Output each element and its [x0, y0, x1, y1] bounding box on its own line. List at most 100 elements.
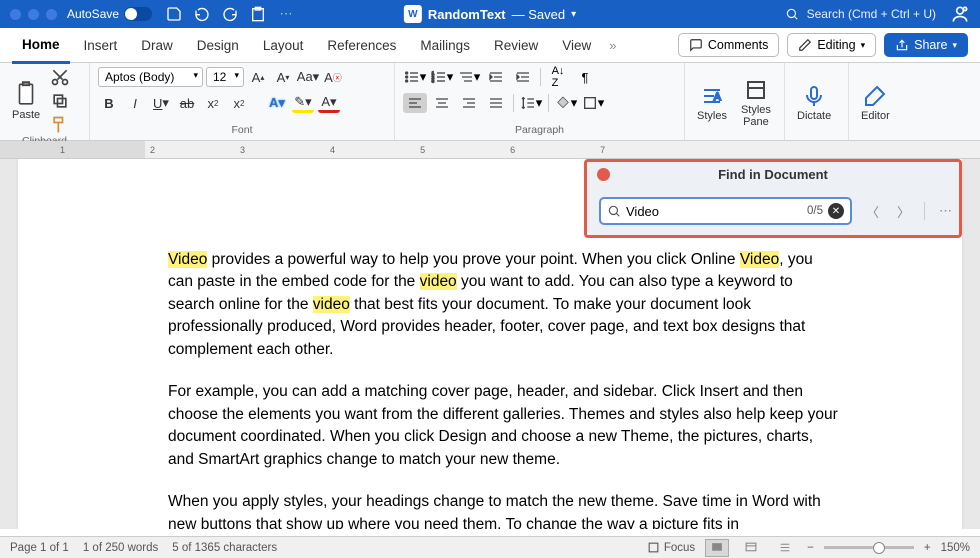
paragraph-2[interactable]: For example, you can add a matching cove… [168, 381, 842, 471]
share-button[interactable]: Share ▾ [884, 33, 968, 57]
superscript-button[interactable]: x2 [228, 93, 250, 113]
paragraph-group-label: Paragraph [403, 124, 676, 138]
font-color-icon[interactable]: A▾ [318, 93, 340, 113]
highlight-icon[interactable]: ✎▾ [292, 93, 314, 113]
tab-insert[interactable]: Insert [74, 32, 128, 59]
undo-icon[interactable] [194, 6, 210, 22]
paragraph-1[interactable]: Video provides a powerful way to help yo… [168, 249, 842, 361]
tab-design[interactable]: Design [187, 32, 249, 59]
font-size-combo[interactable]: 12 [206, 67, 244, 87]
clipboard-icon[interactable] [250, 6, 266, 22]
chevron-down-icon[interactable]: ▾ [571, 9, 576, 20]
decrease-indent-icon[interactable] [484, 67, 508, 87]
maximize-window-icon[interactable] [46, 9, 57, 20]
paste-button[interactable]: Paste [8, 79, 44, 123]
underline-button[interactable]: U▾ [150, 93, 172, 113]
search-icon [785, 7, 799, 21]
more-icon[interactable]: ⋯ [278, 6, 294, 22]
web-layout-view-icon[interactable] [739, 539, 763, 557]
align-center-icon[interactable] [430, 93, 454, 113]
toggle-icon[interactable] [124, 7, 152, 21]
tab-mailings[interactable]: Mailings [410, 32, 480, 59]
group-font: Aptos (Body) 12 A▴ A▾ Aa▾ Aⓧ B I U▾ ab x… [90, 63, 395, 140]
tab-review[interactable]: Review [484, 32, 548, 59]
find-search-field[interactable]: 0/5 ✕ [599, 197, 852, 225]
window-titlebar: AutoSave ⋯ W RandomText — Saved ▾ Search… [0, 0, 980, 28]
tab-overflow-icon[interactable]: » [609, 38, 616, 53]
styles-button[interactable]: A Styles [693, 82, 731, 124]
clear-formatting-icon[interactable]: Aⓧ [322, 67, 344, 87]
close-icon[interactable] [597, 168, 610, 181]
editing-mode-button[interactable]: Editing ▾ [787, 33, 876, 57]
tab-home[interactable]: Home [12, 31, 70, 64]
ribbon-tabs: Home Insert Draw Design Layout Reference… [0, 28, 980, 63]
justify-icon[interactable] [484, 93, 508, 113]
save-icon[interactable] [166, 6, 182, 22]
format-painter-icon[interactable] [50, 115, 70, 135]
zoom-slider[interactable] [824, 546, 914, 549]
find-result-count: 0/5 [807, 205, 823, 217]
text-effects-icon[interactable]: A▾ [266, 93, 288, 113]
increase-font-icon[interactable]: A▴ [247, 67, 269, 87]
clear-icon[interactable]: ✕ [828, 203, 844, 219]
paragraph-3[interactable]: When you apply styles, your headings cha… [168, 491, 842, 529]
find-next-icon[interactable]: 〉 [893, 200, 914, 223]
tab-references[interactable]: References [317, 32, 406, 59]
page-indicator[interactable]: Page 1 of 1 [10, 542, 69, 554]
show-marks-icon[interactable]: ¶ [573, 67, 597, 87]
font-family-combo[interactable]: Aptos (Body) [98, 67, 203, 87]
redo-icon[interactable] [222, 6, 238, 22]
bold-button[interactable]: B [98, 93, 120, 113]
outline-view-icon[interactable] [773, 539, 797, 557]
borders-icon[interactable]: ▾ [581, 93, 605, 113]
zoom-out-icon[interactable]: − [807, 542, 814, 554]
tab-draw[interactable]: Draw [131, 32, 183, 59]
decrease-font-icon[interactable]: A▾ [272, 67, 294, 87]
align-right-icon[interactable] [457, 93, 481, 113]
styles-pane-icon [744, 78, 768, 102]
doc-name: RandomText [428, 7, 506, 22]
horizontal-ruler[interactable]: 1 2 3 4 5 6 7 [0, 141, 980, 159]
numbering-icon[interactable]: 123▾ [430, 67, 454, 87]
comment-icon [689, 38, 703, 52]
quick-access-toolbar: ⋯ [166, 6, 294, 22]
close-window-icon[interactable] [10, 9, 21, 20]
paste-label: Paste [12, 109, 40, 121]
bullets-icon[interactable]: ▾ [403, 67, 427, 87]
minimize-window-icon[interactable] [28, 9, 39, 20]
print-layout-view-icon[interactable] [705, 539, 729, 557]
char-count[interactable]: 5 of 1365 characters [172, 542, 277, 554]
sort-icon[interactable]: A↓Z [546, 67, 570, 87]
find-more-icon[interactable]: ⋯ [935, 201, 956, 221]
styles-pane-button[interactable]: Styles Pane [737, 76, 775, 130]
italic-button[interactable]: I [124, 93, 146, 113]
multilevel-list-icon[interactable]: ▾ [457, 67, 481, 87]
focus-mode-button[interactable]: Focus [647, 541, 695, 554]
cut-icon[interactable] [50, 67, 70, 87]
line-spacing-icon[interactable]: ▾ [519, 93, 543, 113]
autosave-toggle[interactable]: AutoSave [67, 7, 152, 21]
global-search[interactable]: Search (Cmd + Ctrl + U) [785, 7, 936, 21]
svg-text:3: 3 [431, 78, 434, 83]
comments-button[interactable]: Comments [678, 33, 779, 57]
search-placeholder: Search (Cmd + Ctrl + U) [807, 7, 936, 21]
shading-icon[interactable]: ▾ [554, 93, 578, 113]
zoom-percent[interactable]: 150% [941, 542, 970, 554]
align-left-icon[interactable] [403, 93, 427, 113]
tab-view[interactable]: View [552, 32, 601, 59]
word-count[interactable]: 1 of 250 words [83, 542, 158, 554]
document-title: W RandomText — Saved ▾ [404, 5, 576, 23]
change-case-icon[interactable]: Aa▾ [297, 67, 319, 87]
tab-layout[interactable]: Layout [253, 32, 314, 59]
editor-button[interactable]: Editor [857, 82, 894, 124]
find-prev-icon[interactable]: 〈 [862, 200, 883, 223]
copy-icon[interactable] [50, 91, 70, 111]
strikethrough-button[interactable]: ab [176, 93, 198, 113]
zoom-in-icon[interactable]: + [924, 542, 931, 554]
dictate-button[interactable]: Dictate [793, 82, 835, 124]
find-input[interactable] [626, 204, 802, 219]
ribbon: Paste Clipboard Aptos (Body) 12 A▴ A▾ Aa… [0, 63, 980, 141]
increase-indent-icon[interactable] [511, 67, 535, 87]
subscript-button[interactable]: x2 [202, 93, 224, 113]
user-share-icon[interactable] [950, 4, 970, 24]
